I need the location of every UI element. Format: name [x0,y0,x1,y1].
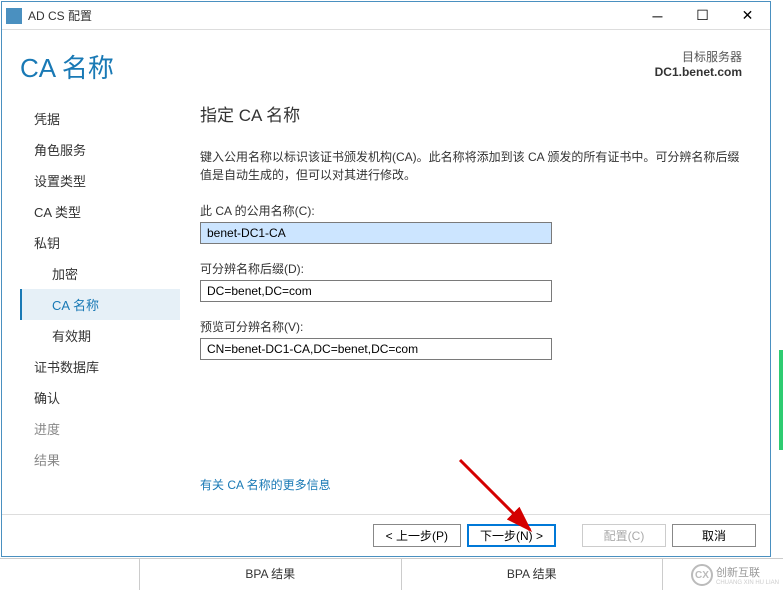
sidebar-item-6[interactable]: CA 名称 [20,289,180,320]
watermark-brand: 创新互联 [716,564,779,580]
sidebar-item-8[interactable]: 证书数据库 [20,351,180,382]
common-name-label: 此 CA 的公用名称(C): [200,202,744,219]
preview-label: 预览可分辨名称(V): [200,318,744,335]
sidebar-item-7[interactable]: 有效期 [20,320,180,351]
config-button: 配置(C) [582,524,666,547]
next-button[interactable]: 下一步(N) > [467,524,556,547]
target-info: 目标服务器 DC1.benet.com [655,48,742,79]
sidebar-item-9[interactable]: 确认 [20,382,180,413]
watermark-sub: CHUANG XIN HU LIAN [716,580,779,586]
sidebar: 凭据角色服务设置类型CA 类型私钥加密CA 名称有效期证书数据库确认进度结果 [20,93,180,493]
sidebar-item-1[interactable]: 角色服务 [20,134,180,165]
dn-suffix-label: 可分辨名称后缀(D): [200,260,744,277]
target-server: DC1.benet.com [655,65,742,79]
preview-input[interactable] [200,338,552,360]
footer: < 上一步(P) 下一步(N) > 配置(C) 取消 [2,514,770,556]
page-title: CA 名称 [20,48,114,85]
minimize-button[interactable]: ─ [635,2,680,30]
more-info-link[interactable]: 有关 CA 名称的更多信息 [200,476,331,493]
content: 指定 CA 名称 键入公用名称以标识该证书颁发机构(CA)。此名称将添加到该 C… [180,93,770,493]
sidebar-item-2[interactable]: 设置类型 [20,165,180,196]
watermark: CX 创新互联 CHUANG XIN HU LIAN [691,564,779,586]
header: CA 名称 目标服务器 DC1.benet.com [2,30,770,93]
sidebar-item-11: 结果 [20,444,180,475]
dn-suffix-input[interactable] [200,280,552,302]
window-controls: ─ ☐ ✕ [635,2,770,30]
decorative-strip [779,350,783,450]
sidebar-item-10: 进度 [20,413,180,444]
bg-tab-bpa1: BPA 结果 [140,559,402,590]
sidebar-item-4[interactable]: 私钥 [20,227,180,258]
bg-tab-bpa2: BPA 结果 [402,559,664,590]
dialog-window: AD CS 配置 ─ ☐ ✕ CA 名称 目标服务器 DC1.benet.com… [1,1,771,557]
maximize-button[interactable]: ☐ [680,2,725,30]
common-name-input[interactable] [200,222,552,244]
prev-button[interactable]: < 上一步(P) [373,524,461,547]
sidebar-item-3[interactable]: CA 类型 [20,196,180,227]
close-button[interactable]: ✕ [725,2,770,30]
background-tabs: BPA 结果 BPA 结果 [0,558,783,590]
sidebar-item-0[interactable]: 凭据 [20,103,180,134]
bg-tab-blank [0,559,140,590]
window-title: AD CS 配置 [28,7,635,24]
app-icon [6,8,22,24]
watermark-icon: CX [691,564,713,586]
titlebar[interactable]: AD CS 配置 ─ ☐ ✕ [2,2,770,30]
sidebar-item-5[interactable]: 加密 [20,258,180,289]
body: 凭据角色服务设置类型CA 类型私钥加密CA 名称有效期证书数据库确认进度结果 指… [2,93,770,493]
description: 键入公用名称以标识该证书颁发机构(CA)。此名称将添加到该 CA 颁发的所有证书… [200,148,744,184]
cancel-button[interactable]: 取消 [672,524,756,547]
content-title: 指定 CA 名称 [200,101,744,126]
target-label: 目标服务器 [655,48,742,65]
